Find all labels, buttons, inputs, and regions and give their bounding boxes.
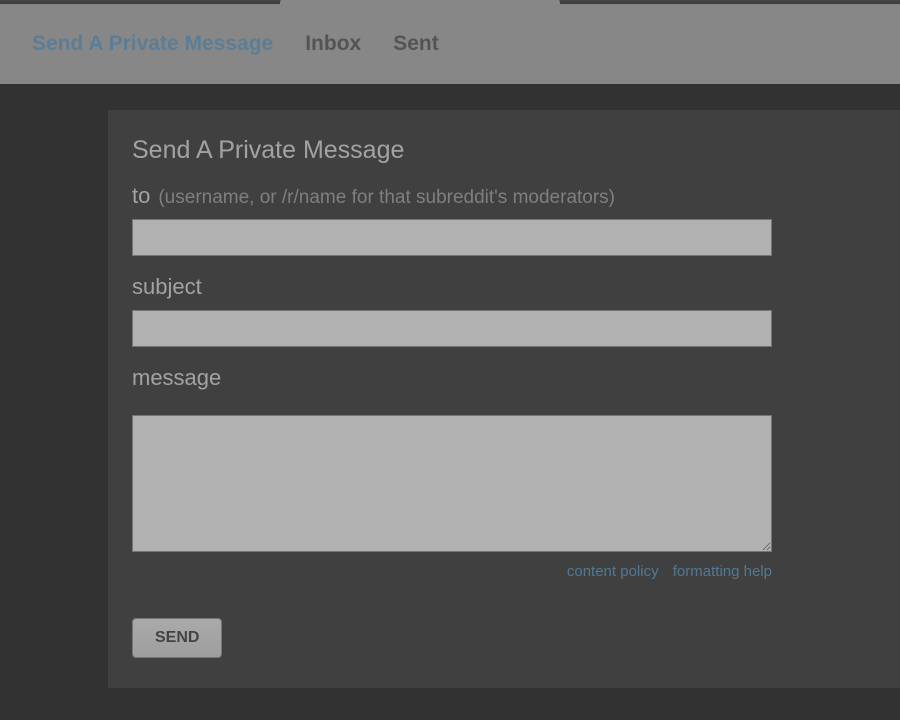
formatting-help-link[interactable]: formatting help	[673, 563, 772, 580]
form-title: Send A Private Message	[132, 136, 876, 165]
field-message: message content policy formatting help	[132, 365, 876, 580]
label-to-text: to	[132, 183, 150, 209]
subject-input[interactable]	[132, 310, 772, 347]
tab-sent[interactable]: Sent	[393, 32, 439, 56]
to-input[interactable]	[132, 219, 772, 256]
label-to: to (username, or /r/name for that subred…	[132, 183, 876, 209]
label-to-hint: (username, or /r/name for that subreddit…	[158, 187, 615, 209]
tab-send-private-message[interactable]: Send A Private Message	[32, 32, 273, 56]
label-message: message	[132, 365, 876, 391]
label-subject: subject	[132, 274, 876, 300]
tab-inbox[interactable]: Inbox	[305, 32, 361, 56]
nav-header: Send A Private Message Inbox Sent	[0, 4, 900, 84]
content-wrapper: Send A Private Message to (username, or …	[0, 84, 900, 688]
field-subject: subject	[132, 274, 876, 347]
browser-tab-strip	[0, 0, 900, 4]
send-button[interactable]: SEND	[132, 618, 222, 658]
compose-panel: Send A Private Message to (username, or …	[108, 110, 900, 688]
message-textarea[interactable]	[132, 415, 772, 552]
label-message-text: message	[132, 365, 221, 391]
content-policy-link[interactable]: content policy	[567, 563, 659, 580]
field-to: to (username, or /r/name for that subred…	[132, 183, 876, 256]
label-subject-text: subject	[132, 274, 202, 300]
help-links: content policy formatting help	[132, 563, 772, 580]
